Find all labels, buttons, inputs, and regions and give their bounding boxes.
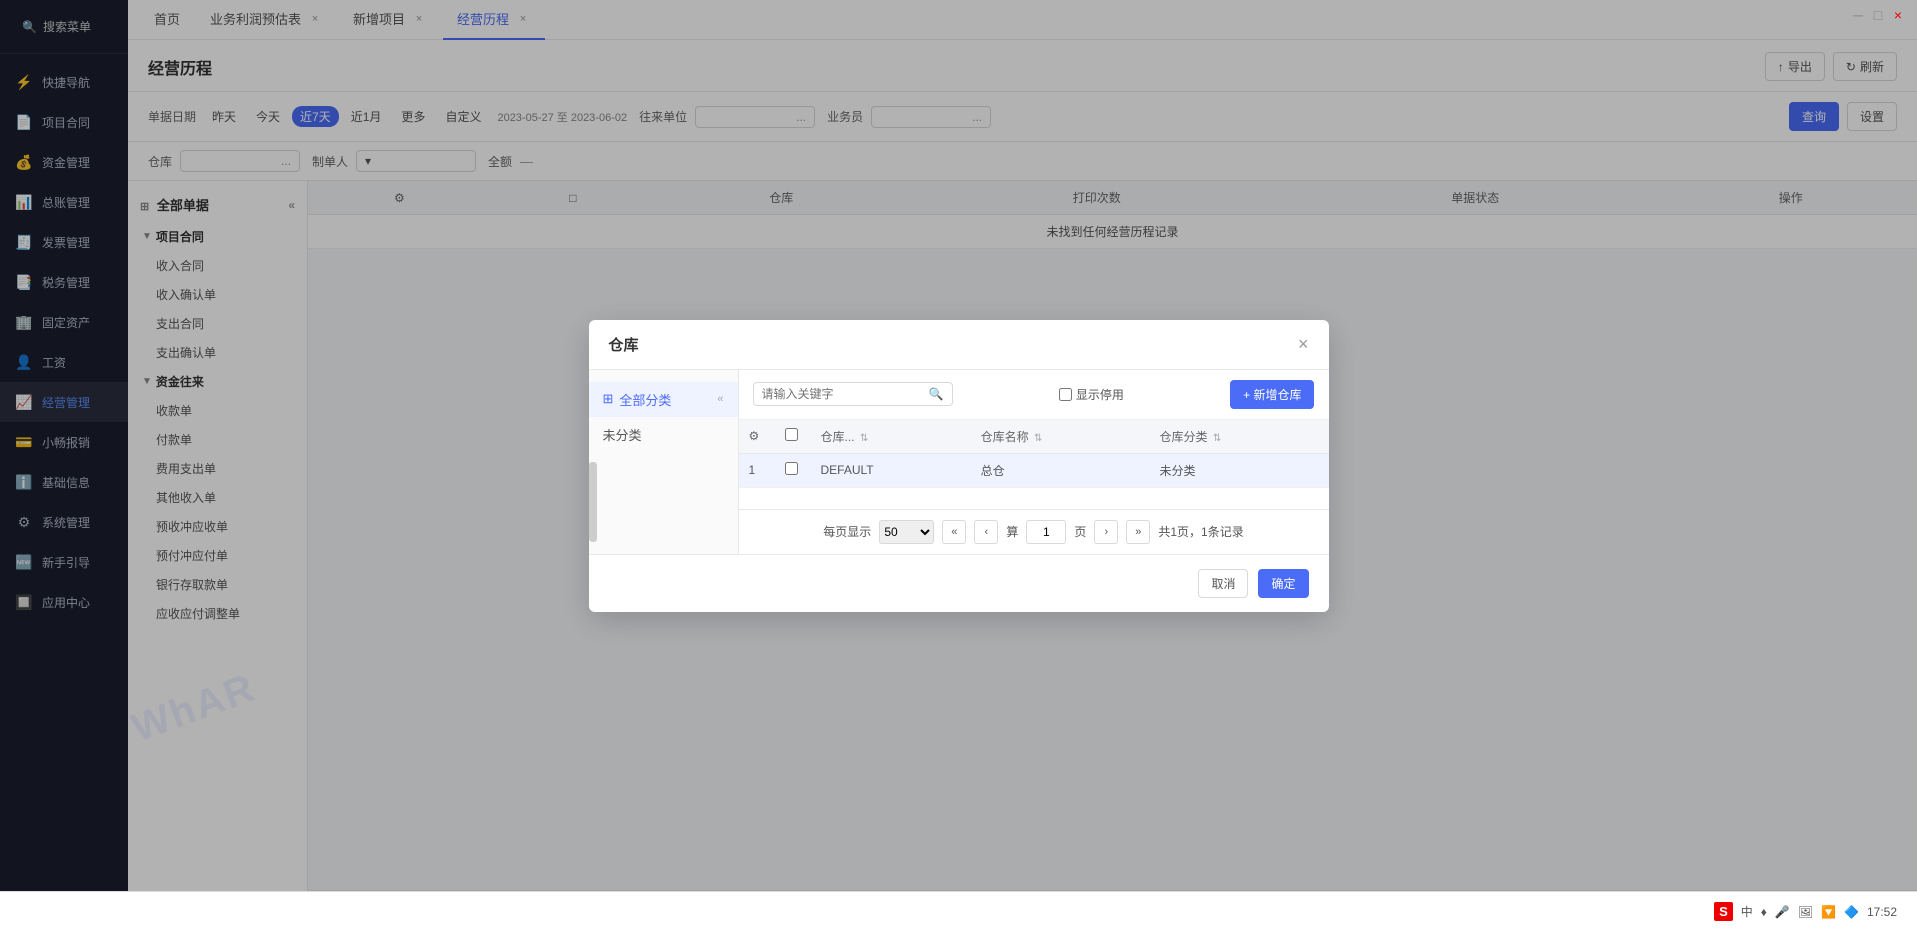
modal-sidebar-all-category[interactable]: ⊞ 全部分类 « <box>589 382 738 417</box>
modal-overlay: 仓库 × ⊞ 全部分类 « 未分类 <box>0 0 1917 931</box>
taskbar-s-icon: S <box>1714 902 1733 921</box>
modal-toolbar: 🔍 显示停用 + 新增仓库 <box>739 370 1329 420</box>
sort-code-icon[interactable]: ⇅ <box>860 433 868 444</box>
taskbar-ime-icon: 中 <box>1741 903 1753 920</box>
modal-th-category: 仓库分类 ⇅ <box>1150 420 1329 454</box>
modal-table: ⚙ 仓库... ⇅ 仓库名称 <box>739 420 1329 488</box>
th-name-label: 仓库名称 <box>981 430 1029 444</box>
grid-icon-modal: ⊞ <box>603 391 614 407</box>
settings-col-icon: ⚙ <box>749 429 760 443</box>
modal-search-input[interactable] <box>762 387 925 401</box>
sidebar-collapse-btn[interactable]: « <box>717 393 723 405</box>
row-select-checkbox[interactable] <box>785 462 798 475</box>
row-settings: 1 <box>739 453 775 487</box>
th-category-label: 仓库分类 <box>1160 430 1208 444</box>
modal-body: ⊞ 全部分类 « 未分类 <box>589 370 1329 554</box>
row-checkbox[interactable] <box>775 453 811 487</box>
modal-th-settings[interactable]: ⚙ <box>739 420 775 454</box>
window-minimize-btn[interactable]: ─ <box>1849 6 1867 24</box>
modal-select-all-checkbox[interactable] <box>785 428 798 441</box>
modal-sidebar-scroll <box>589 462 738 542</box>
add-warehouse-button[interactable]: + 新增仓库 <box>1230 380 1314 409</box>
show-disabled-checkbox[interactable] <box>1059 388 1072 401</box>
taskbar-mic-icon: 🎤 <box>1775 905 1790 919</box>
modal-th-checkbox[interactable] <box>775 420 811 454</box>
th-code-label: 仓库... <box>821 430 855 444</box>
modal-search-box: 🔍 <box>753 382 953 406</box>
window-close-btn[interactable]: × <box>1889 6 1907 24</box>
modal-page-num-label: 算 <box>1006 523 1018 540</box>
modal-page-prev[interactable]: ‹ <box>974 520 998 544</box>
show-disabled-text: 显示停用 <box>1076 386 1124 403</box>
modal-close-button[interactable]: × <box>1298 335 1309 353</box>
modal-actions: 取消 确定 <box>589 554 1329 612</box>
show-disabled-label[interactable]: 显示停用 <box>1059 386 1124 403</box>
modal-title: 仓库 <box>609 334 639 355</box>
modal-sidebar-uncategorized[interactable]: 未分类 <box>589 417 738 452</box>
modal-cancel-button[interactable]: 取消 <box>1198 569 1248 598</box>
taskbar-shape-icon: 🔷 <box>1844 905 1859 919</box>
modal-page-next[interactable]: › <box>1094 520 1118 544</box>
taskbar-down-icon: 🔽 <box>1821 905 1836 919</box>
taskbar-img-icon: 🖼 <box>1798 905 1813 919</box>
modal-sidebar-all-label: 全部分类 <box>619 390 671 409</box>
modal-table-wrapper: ⚙ 仓库... ⇅ 仓库名称 <box>739 420 1329 509</box>
modal-inner-pagination: 每页显示 50 « ‹ 算 页 › » 共1页，1条记录 <box>739 509 1329 554</box>
taskbar-icons: S 中 ♦ 🎤 🖼 🔽 🔷 17:52 <box>1714 902 1897 921</box>
scrollbar-thumb <box>589 462 597 542</box>
modal-page-last[interactable]: » <box>1126 520 1150 544</box>
taskbar: S 中 ♦ 🎤 🖼 🔽 🔷 17:52 <box>0 891 1917 931</box>
modal-per-page-select[interactable]: 50 <box>879 520 934 544</box>
modal-per-page-label: 每页显示 <box>823 523 871 540</box>
modal-sidebar-uncategorized-label: 未分类 <box>603 425 642 444</box>
modal-page-first[interactable]: « <box>942 520 966 544</box>
modal: 仓库 × ⊞ 全部分类 « 未分类 <box>589 320 1329 612</box>
modal-search-icon[interactable]: 🔍 <box>929 387 944 401</box>
row-category: 未分类 <box>1150 453 1329 487</box>
modal-sidebar: ⊞ 全部分类 « 未分类 <box>589 370 739 554</box>
row-code: DEFAULT <box>811 453 971 487</box>
modal-page-label: 页 <box>1074 523 1086 540</box>
sort-name-icon[interactable]: ⇅ <box>1034 433 1042 444</box>
modal-th-name: 仓库名称 ⇅ <box>971 420 1150 454</box>
modal-confirm-button[interactable]: 确定 <box>1258 569 1308 598</box>
modal-th-code: 仓库... ⇅ <box>811 420 971 454</box>
row-name: 总仓 <box>971 453 1150 487</box>
modal-total-label: 共1页，1条记录 <box>1158 523 1243 540</box>
modal-page-input[interactable] <box>1026 520 1066 544</box>
scrollbar[interactable] <box>589 462 597 542</box>
modal-header: 仓库 × <box>589 320 1329 370</box>
window-controls: ─ □ × <box>1839 0 1917 30</box>
sort-category-icon[interactable]: ⇅ <box>1213 433 1221 444</box>
taskbar-gem-icon: ♦ <box>1761 905 1767 919</box>
window-maximize-btn[interactable]: □ <box>1869 6 1887 24</box>
taskbar-time: 17:52 <box>1867 905 1897 919</box>
modal-main-content: 🔍 显示停用 + 新增仓库 ⚙ <box>739 370 1329 554</box>
modal-table-row[interactable]: 1 DEFAULT 总仓 未分类 <box>739 453 1329 487</box>
